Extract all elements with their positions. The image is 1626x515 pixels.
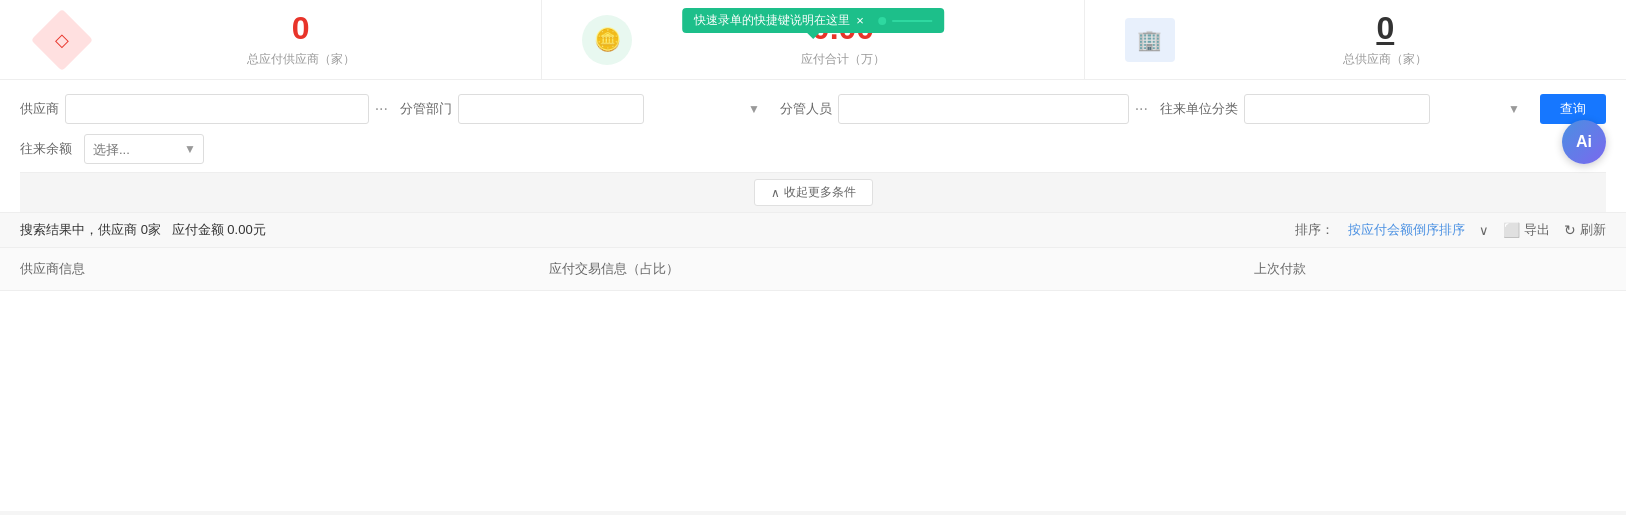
vendor-filter-label: 供应商 bbox=[20, 100, 59, 118]
dept-filter: 分管部门 ▼ bbox=[400, 94, 768, 124]
filter-section: 供应商 ··· 分管部门 ▼ 分管人员 ··· 往来单位分类 bbox=[0, 80, 1626, 213]
amount-select-wrap: ▼ bbox=[84, 134, 204, 164]
total-vendor-label: 总供应商（家） bbox=[1343, 51, 1427, 68]
person-filter-label: 分管人员 bbox=[780, 100, 832, 118]
col-trans-header: 应付交易信息（占比） bbox=[549, 260, 1254, 278]
export-icon: ⬜ bbox=[1503, 222, 1520, 238]
table-section: 供应商信息 应付交易信息（占比） 上次付款 bbox=[0, 248, 1626, 511]
coin-icon: 🪙 bbox=[582, 15, 632, 65]
category-chevron-icon: ▼ bbox=[1508, 102, 1520, 116]
dept-filter-label: 分管部门 bbox=[400, 100, 452, 118]
category-input[interactable] bbox=[1244, 94, 1430, 124]
query-button[interactable]: 查询 bbox=[1540, 94, 1606, 124]
vendor-result-count: 0家 bbox=[141, 222, 161, 237]
diamond-icon: ◇ bbox=[40, 18, 84, 62]
person-input-wrap bbox=[838, 94, 1129, 124]
vendor-input[interactable] bbox=[65, 94, 369, 124]
person-filter: 分管人员 ··· bbox=[780, 94, 1148, 124]
category-select-wrap: ▼ bbox=[1244, 94, 1528, 124]
result-actions: 排序： 按应付会额倒序排序 ∨ ⬜ 导出 ↻ 刷新 bbox=[1295, 221, 1606, 239]
table-header: 供应商信息 应付交易信息（占比） 上次付款 bbox=[0, 248, 1626, 291]
result-info: 搜索结果中，供应商 0家 应付金额 0.00元 bbox=[20, 221, 266, 239]
person-dots-icon[interactable]: ··· bbox=[1135, 100, 1148, 118]
tooltip-dot bbox=[878, 17, 886, 25]
col-vendor-header: 供应商信息 bbox=[20, 260, 549, 278]
summary-card-payable: 🪙 快速录单的快捷键说明在这里 × 0.00 应付合计（万） bbox=[542, 0, 1084, 79]
refresh-icon: ↻ bbox=[1564, 222, 1576, 238]
collapse-bar: ∧ 收起更多条件 bbox=[20, 172, 1606, 212]
result-text: 搜索结果中，供应商 bbox=[20, 222, 137, 237]
filter-row-1: 供应商 ··· 分管部门 ▼ 分管人员 ··· 往来单位分类 bbox=[20, 94, 1606, 124]
export-label: 导出 bbox=[1524, 221, 1550, 239]
col-payment-header: 上次付款 bbox=[1254, 260, 1606, 278]
amount-result-value: 0.00元 bbox=[227, 222, 265, 237]
tooltip-close-icon[interactable]: × bbox=[856, 13, 864, 28]
vendor-input-wrap bbox=[65, 94, 369, 124]
vendor-filter: 供应商 ··· bbox=[20, 94, 388, 124]
dept-input[interactable] bbox=[458, 94, 644, 124]
refresh-button[interactable]: ↻ 刷新 bbox=[1564, 221, 1606, 239]
tooltip-line bbox=[892, 20, 932, 22]
amount-result-text: 应付金额 bbox=[172, 222, 224, 237]
vendor-label: 总应付供应商（家） bbox=[247, 51, 355, 68]
collapse-button[interactable]: ∧ 收起更多条件 bbox=[754, 179, 873, 206]
sort-arrow-icon[interactable]: ∨ bbox=[1479, 223, 1489, 238]
tooltip-text: 快速录单的快捷键说明在这里 bbox=[694, 12, 850, 29]
person-input[interactable] bbox=[838, 94, 1129, 124]
amount-filter-label: 往来余额 bbox=[20, 140, 72, 158]
tooltip-bar: 快速录单的快捷键说明在这里 × bbox=[682, 8, 944, 33]
building-icon: 🏢 bbox=[1125, 18, 1175, 62]
dept-chevron-icon: ▼ bbox=[748, 102, 760, 116]
amount-select[interactable] bbox=[84, 134, 204, 164]
collapse-label: 收起更多条件 bbox=[784, 184, 856, 201]
result-bar: 搜索结果中，供应商 0家 应付金额 0.00元 排序： 按应付会额倒序排序 ∨ … bbox=[0, 213, 1626, 248]
payable-label: 应付合计（万） bbox=[801, 51, 885, 68]
vendor-dots-icon[interactable]: ··· bbox=[375, 100, 388, 118]
summary-card-total: 🏢 0 总供应商（家） bbox=[1085, 0, 1626, 79]
summary-card-vendor: ◇ 0 总应付供应商（家） bbox=[0, 0, 542, 79]
category-filter: 往来单位分类 ▼ bbox=[1160, 94, 1528, 124]
table-body bbox=[0, 291, 1626, 511]
ai-badge[interactable]: Ai bbox=[1562, 120, 1606, 164]
vendor-count: 0 bbox=[247, 11, 355, 46]
refresh-label: 刷新 bbox=[1580, 221, 1606, 239]
sort-label: 排序： bbox=[1295, 221, 1334, 239]
collapse-up-icon: ∧ bbox=[771, 186, 780, 200]
total-vendor-count: 0 bbox=[1343, 11, 1427, 46]
summary-bar: ◇ 0 总应付供应商（家） 🪙 快速录单的快捷键说明在这里 × 0.00 应付合… bbox=[0, 0, 1626, 80]
sort-select[interactable]: 按应付会额倒序排序 bbox=[1348, 221, 1465, 239]
category-filter-label: 往来单位分类 bbox=[1160, 100, 1238, 118]
dept-select-wrap: ▼ bbox=[458, 94, 768, 124]
export-button[interactable]: ⬜ 导出 bbox=[1503, 221, 1550, 239]
filter-row-2: 往来余额 ▼ bbox=[20, 134, 1606, 164]
